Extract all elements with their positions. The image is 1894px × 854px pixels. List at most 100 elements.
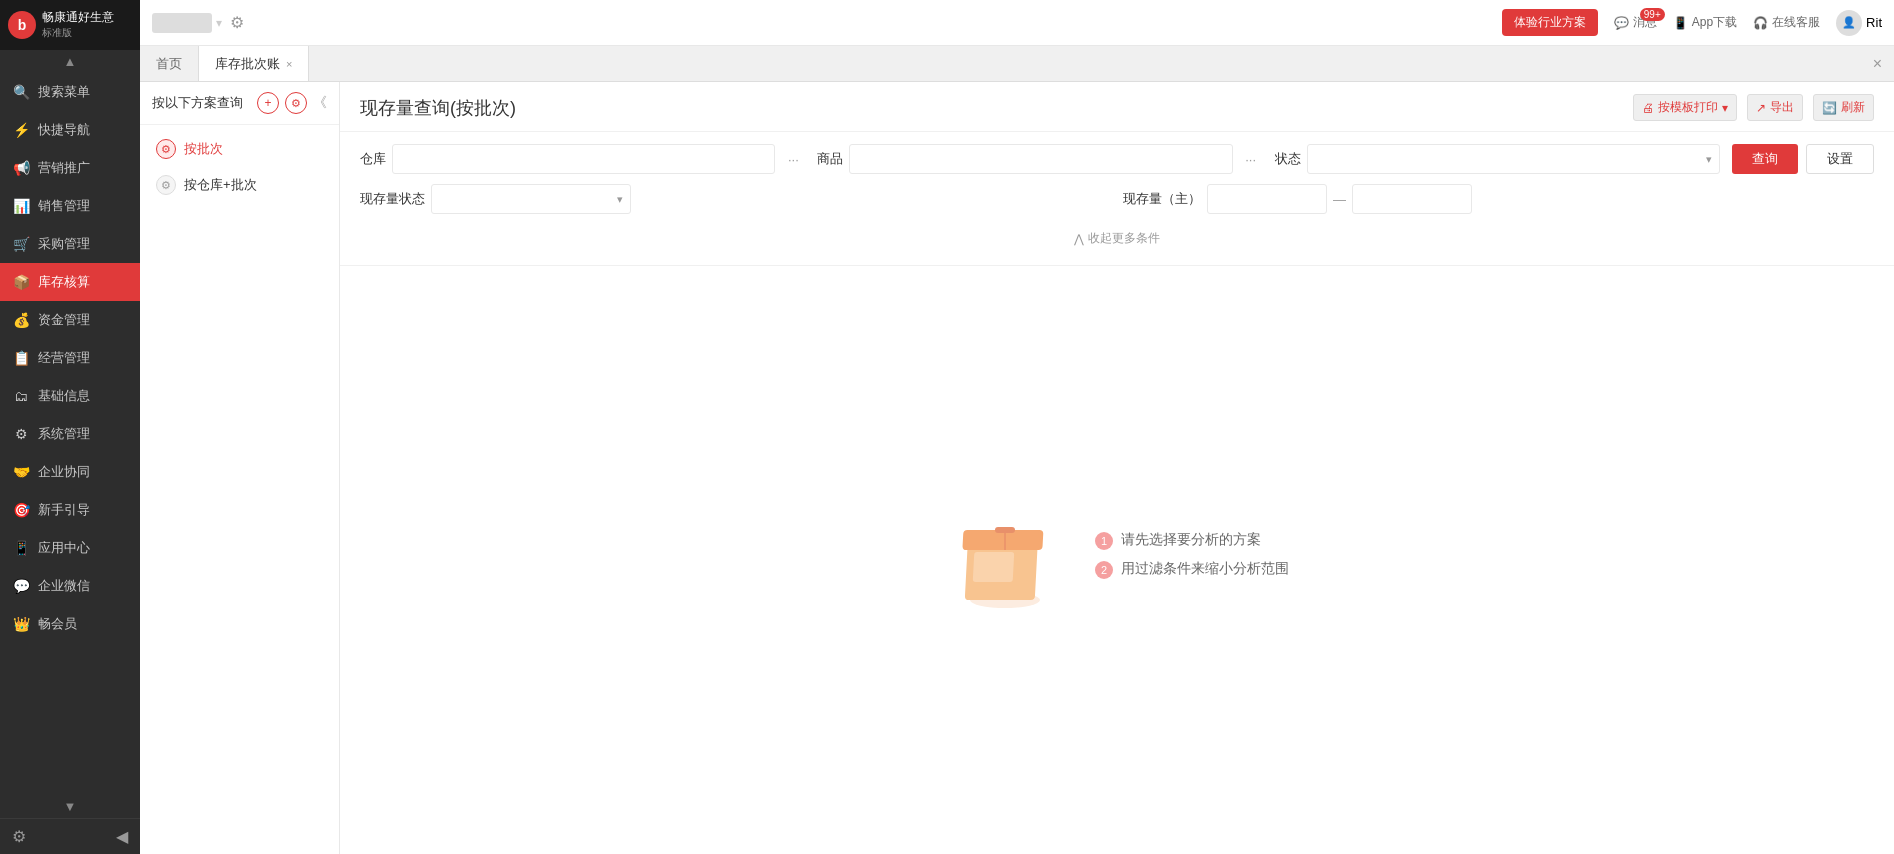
- user-avatar: 👤: [1836, 10, 1862, 36]
- sidebar-item-sales[interactable]: 📊 销售管理: [0, 187, 140, 225]
- refresh-icon: 🔄: [1822, 101, 1837, 115]
- tab-home-label: 首页: [156, 55, 182, 73]
- solution-icon-batch: ⚙: [156, 139, 176, 159]
- warehouse-more-button[interactable]: ···: [781, 147, 805, 171]
- empty-illustration: [945, 500, 1065, 620]
- sidebar-item-quick-nav[interactable]: ⚡ 快捷导航: [0, 111, 140, 149]
- query-button[interactable]: 查询: [1732, 144, 1798, 174]
- user-name: Rit: [1866, 15, 1882, 30]
- collapse-more-button[interactable]: ⋀ 收起更多条件: [360, 224, 1874, 253]
- add-solution-button[interactable]: +: [257, 92, 279, 114]
- product-input[interactable]: [849, 144, 1232, 174]
- filter-stock-status: 现存量状态: [360, 184, 1111, 214]
- app-download-button[interactable]: 📱 App下载: [1673, 14, 1737, 31]
- status-select-wrap: [1307, 144, 1720, 174]
- sidebar-nav: 🔍 搜索菜单 ⚡ 快捷导航 📢 营销推广 📊 销售管理 🛒 采购管理 📦 库存核…: [0, 73, 140, 795]
- filter-status: 状态: [1275, 144, 1720, 174]
- print-expand-icon: ▾: [1722, 101, 1728, 115]
- service-icon: 🎧: [1753, 16, 1768, 30]
- stock-status-select[interactable]: [431, 184, 631, 214]
- page-title: 现存量查询(按批次): [360, 96, 516, 130]
- sidebar-item-inventory[interactable]: 📦 库存核算: [0, 263, 140, 301]
- filter-settings-button[interactable]: 设置: [1806, 144, 1874, 174]
- solution-item-by-batch[interactable]: ⚙ 按批次: [140, 131, 339, 167]
- solution-item-by-warehouse-batch[interactable]: ⚙ 按仓库+批次: [140, 167, 339, 203]
- stock-status-label: 现存量状态: [360, 190, 425, 208]
- svg-rect-3: [973, 552, 1015, 582]
- sidebar-item-purchase[interactable]: 🛒 采购管理: [0, 225, 140, 263]
- filter-area: 仓库 ··· 商品 ··· 状态: [340, 132, 1894, 266]
- sidebar-item-search[interactable]: 🔍 搜索菜单: [0, 73, 140, 111]
- marketing-icon: 📢: [12, 159, 30, 177]
- page-title-actions: 🖨 按模板打印 ▾ ↗ 导出 🔄 刷新: [1633, 94, 1874, 131]
- quick-nav-icon: ⚡: [12, 121, 30, 139]
- sidebar-item-finance[interactable]: 💰 资金管理: [0, 301, 140, 339]
- tab-inventory-batch[interactable]: 库存批次账 ×: [199, 46, 309, 81]
- export-icon: ↗: [1756, 101, 1766, 115]
- sales-icon: 📊: [12, 197, 30, 215]
- right-main: 现存量查询(按批次) 🖨 按模板打印 ▾ ↗ 导出 🔄 刷新: [340, 82, 1894, 854]
- sidebar-header: b 畅康通好生意 标准版: [0, 0, 140, 50]
- stock-qty-label: 现存量（主）: [1123, 190, 1201, 208]
- collapse-chevron-up-icon: ⋀: [1074, 232, 1084, 246]
- left-panel-actions: + ⚙ 《: [257, 92, 327, 114]
- sidebar-item-newbie[interactable]: 🎯 新手引导: [0, 491, 140, 529]
- status-select[interactable]: [1307, 144, 1720, 174]
- online-service-button[interactable]: 🎧 在线客服: [1753, 14, 1820, 31]
- print-icon: 🖨: [1642, 101, 1654, 115]
- app-download-icon: 📱: [1673, 16, 1688, 30]
- tab-home[interactable]: 首页: [140, 46, 199, 81]
- sidebar-item-marketing[interactable]: 📢 营销推广: [0, 149, 140, 187]
- empty-hint-2: 2 用过滤条件来缩小分析范围: [1095, 560, 1289, 579]
- user-avatar-icon: 👤: [1842, 16, 1856, 29]
- sidebar-scroll-up[interactable]: ▲: [0, 50, 140, 73]
- svg-rect-5: [995, 527, 1015, 533]
- sidebar-item-wechat[interactable]: 💬 企业微信: [0, 567, 140, 605]
- stock-qty-from-input[interactable]: [1207, 184, 1327, 214]
- system-icon: ⚙: [12, 425, 30, 443]
- sidebar-footer: ⚙ ◀: [0, 818, 140, 854]
- solution-label-batch: 按批次: [184, 140, 223, 158]
- refresh-button[interactable]: 🔄 刷新: [1813, 94, 1874, 121]
- export-button[interactable]: ↗ 导出: [1747, 94, 1803, 121]
- filter-row-2: 现存量状态 现存量（主） —: [360, 184, 1874, 214]
- tabs-close-all-button[interactable]: ×: [1861, 55, 1894, 73]
- sidebar-item-cooperation[interactable]: 🤝 企业协同: [0, 453, 140, 491]
- inventory-icon: 📦: [12, 273, 30, 291]
- filter-row-1: 仓库 ··· 商品 ··· 状态: [360, 144, 1874, 174]
- sidebar-item-operation[interactable]: 📋 经营管理: [0, 339, 140, 377]
- sidebar-item-system[interactable]: ⚙ 系统管理: [0, 415, 140, 453]
- empty-hint-1: 1 请先选择要分析的方案: [1095, 531, 1289, 550]
- wechat-icon: 💬: [12, 577, 30, 595]
- empty-text: 1 请先选择要分析的方案 2 用过滤条件来缩小分析范围: [1095, 531, 1289, 589]
- warehouse-input[interactable]: [392, 144, 775, 174]
- sidebar-item-member[interactable]: 👑 畅会员: [0, 605, 140, 643]
- product-more-button[interactable]: ···: [1239, 147, 1263, 171]
- panel-collapse-button[interactable]: 《: [313, 94, 327, 112]
- stock-qty-to-input[interactable]: [1352, 184, 1472, 214]
- solution-list: ⚙ 按批次 ⚙ 按仓库+批次: [140, 125, 339, 209]
- stock-status-select-wrap: [431, 184, 631, 214]
- search-nav-icon: 🔍: [12, 83, 30, 101]
- sidebar-collapse-icon[interactable]: ◀: [116, 827, 128, 846]
- sidebar-scroll-down[interactable]: ▼: [0, 795, 140, 818]
- solution-settings-button[interactable]: ⚙: [285, 92, 307, 114]
- cooperation-icon: 🤝: [12, 463, 30, 481]
- left-panel: 按以下方案查询 + ⚙ 《 ⚙ 按批次 ⚙ 按仓库+批次: [140, 82, 340, 854]
- sidebar-item-basic[interactable]: 🗂 基础信息: [0, 377, 140, 415]
- breadcrumb: ▾: [152, 13, 222, 33]
- step-2-badge: 2: [1095, 561, 1113, 579]
- topbar-right: 体验行业方案 💬 消息 99+ 📱 App下载 🎧 在线客服 👤 Rit: [1502, 9, 1882, 36]
- print-template-button[interactable]: 🖨 按模板打印 ▾: [1633, 94, 1737, 121]
- topbar-gear-icon[interactable]: ⚙: [230, 13, 244, 32]
- trial-button[interactable]: 体验行业方案: [1502, 9, 1598, 36]
- sidebar-item-app-center[interactable]: 📱 应用中心: [0, 529, 140, 567]
- tabs-bar: 首页 库存批次账 × ×: [140, 46, 1894, 82]
- tab-close-icon[interactable]: ×: [286, 58, 292, 70]
- messages-button[interactable]: 💬 消息 99+: [1614, 14, 1657, 31]
- sidebar-settings-icon[interactable]: ⚙: [12, 827, 26, 846]
- user-profile[interactable]: 👤 Rit: [1836, 10, 1882, 36]
- purchase-icon: 🛒: [12, 235, 30, 253]
- step-1-badge: 1: [1095, 532, 1113, 550]
- filter-product: 商品 ···: [817, 144, 1262, 174]
